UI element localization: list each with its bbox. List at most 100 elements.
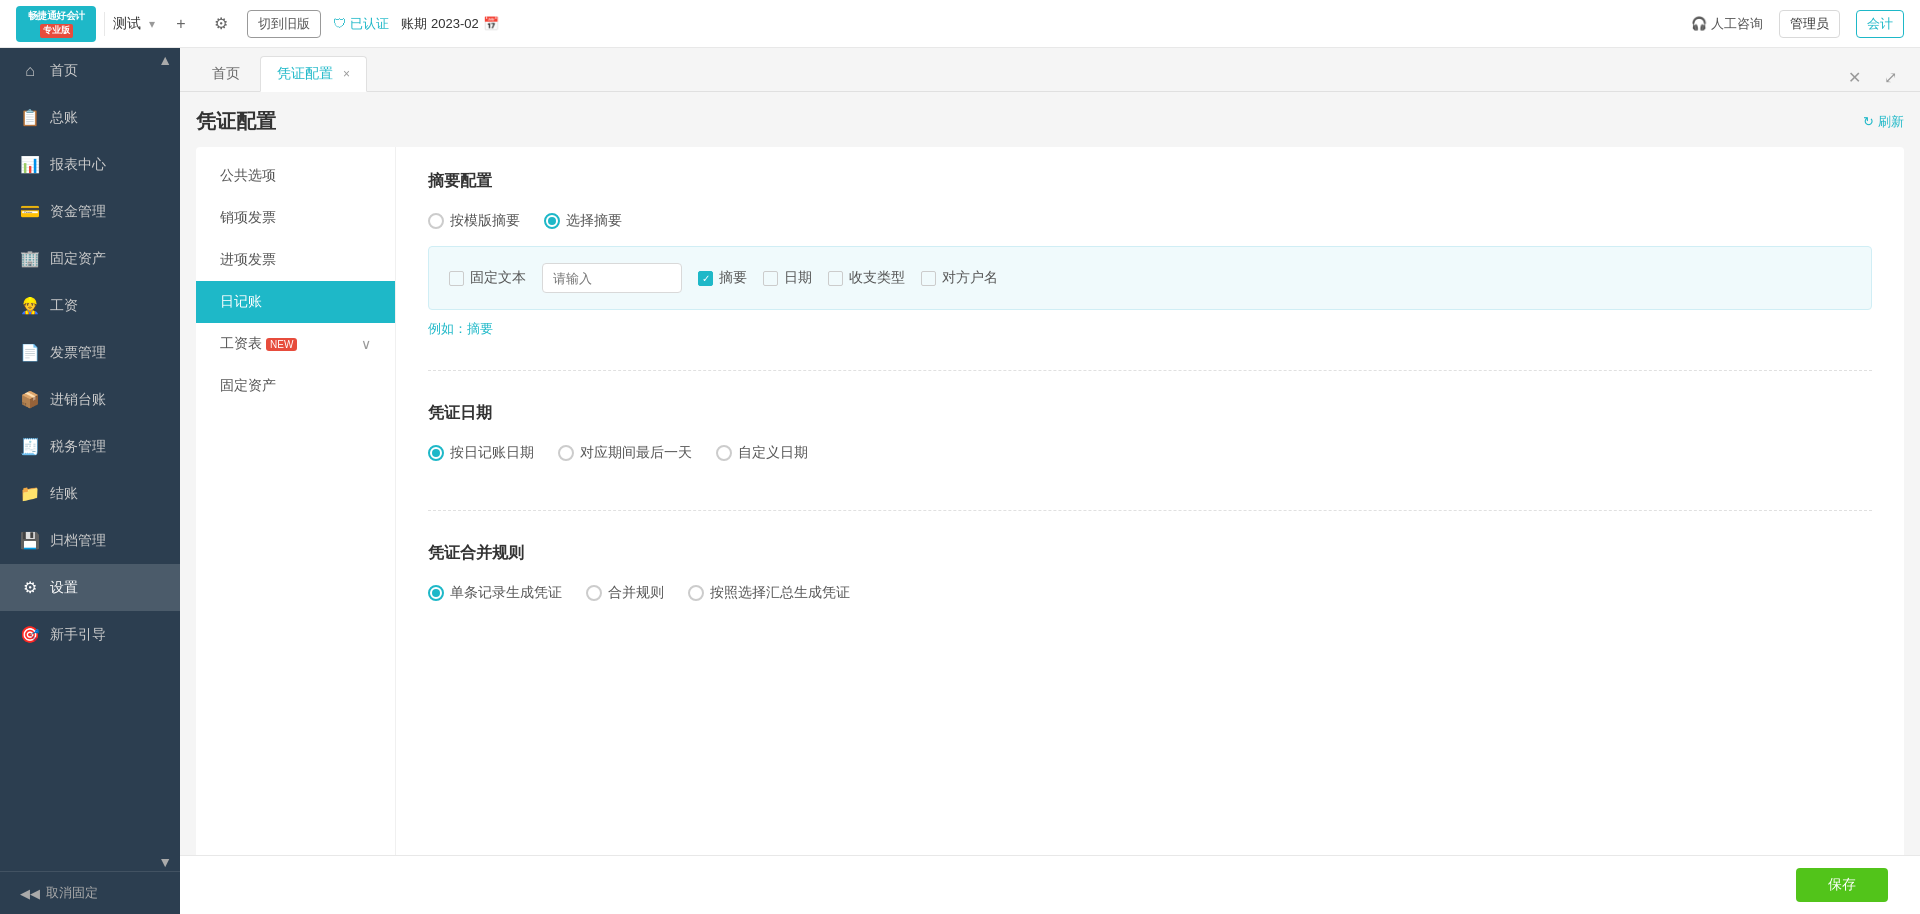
sidebar-label-cash: 资金管理	[50, 203, 106, 221]
sidebar-label-trade: 进销台账	[50, 391, 106, 409]
config-nav-sales-invoice[interactable]: 销项发票	[196, 197, 395, 239]
sidebar-item-invoice[interactable]: 📄 发票管理	[0, 329, 180, 376]
checkbox-summary[interactable]: ✓ 摘要	[698, 269, 747, 287]
summary-label: 摘要	[719, 269, 747, 287]
sidebar-label-tax: 税务管理	[50, 438, 106, 456]
tabs-bar: 首页 凭证配置 × ✕ ⤢	[180, 48, 1920, 92]
page-title-bar: 凭证配置 ↻ 刷新	[196, 108, 1904, 135]
sidebar-item-trade[interactable]: 📦 进销台账	[0, 376, 180, 423]
checkbox-date[interactable]: 日期	[763, 269, 812, 287]
checkbox-date-box	[763, 271, 778, 286]
company-chevron-icon: ▾	[149, 17, 155, 31]
close-tab-button[interactable]: ✕	[1840, 63, 1868, 91]
sidebar-label-close: 结账	[50, 485, 78, 503]
checkbox-fixed-text[interactable]: 固定文本	[449, 269, 526, 287]
sidebar-scroll-up-icon[interactable]: ▲	[158, 52, 172, 68]
sidebar-label-settings: 设置	[50, 579, 78, 597]
content-area: 首页 凭证配置 × ✕ ⤢ 凭证配置 ↻ 刷新	[180, 48, 1920, 914]
cancel-fixed-label: 取消固定	[46, 884, 98, 902]
config-nav-payroll-table[interactable]: 工资表 NEW ∨	[196, 323, 395, 365]
accountant-button[interactable]: 会计	[1856, 10, 1904, 38]
sidebar-item-home[interactable]: ⌂ 首页	[0, 48, 180, 94]
radio-summary-generate-circle	[688, 585, 704, 601]
reports-icon: 📊	[20, 155, 40, 174]
radio-merge-rule[interactable]: 合并规则	[586, 584, 664, 602]
settings-icon: ⚙	[20, 578, 40, 597]
radio-template-summary[interactable]: 按模版摘要	[428, 212, 520, 230]
tab-home[interactable]: 首页	[196, 57, 256, 91]
expand-button[interactable]: ⤢	[1876, 63, 1904, 91]
config-nav-public[interactable]: 公共选项	[196, 155, 395, 197]
radio-period-last-day-circle	[558, 445, 574, 461]
radio-period-last-day[interactable]: 对应期间最后一天	[558, 444, 692, 462]
radio-period-last-day-label: 对应期间最后一天	[580, 444, 692, 462]
sidebar-scroll-down-icon[interactable]: ▼	[158, 854, 172, 870]
radio-summary-generate[interactable]: 按照选择汇总生成凭证	[688, 584, 850, 602]
sidebar-item-payroll[interactable]: 👷 工资	[0, 282, 180, 329]
sidebar-label-invoice: 发票管理	[50, 344, 106, 362]
settings-button[interactable]: ⚙	[207, 10, 235, 38]
radio-single-record-circle	[428, 585, 444, 601]
config-nav-purchase-invoice[interactable]: 进项发票	[196, 239, 395, 281]
merge-rules-section: 凭证合并规则 单条记录生成凭证 合并规则	[428, 543, 1872, 650]
refresh-button[interactable]: ↻ 刷新	[1863, 113, 1904, 131]
checkbox-income-type[interactable]: 收支类型	[828, 269, 905, 287]
tab-close-icon[interactable]: ×	[343, 67, 350, 81]
radio-template-label: 按模版摘要	[450, 212, 520, 230]
radio-journal-date[interactable]: 按日记账日期	[428, 444, 534, 462]
verified-badge: 🛡 已认证	[333, 15, 389, 33]
sidebar-item-tutorial[interactable]: 🎯 新手引导	[0, 611, 180, 658]
checkbox-fixed-text-box	[449, 271, 464, 286]
fixed-text-input[interactable]	[542, 263, 682, 293]
sidebar-label-home: 首页	[50, 62, 78, 80]
radio-single-record-label: 单条记录生成凭证	[450, 584, 562, 602]
summary-options-box: 固定文本 ✓ 摘要 日期	[428, 246, 1872, 310]
cancel-fixed-button[interactable]: ◀◀ 取消固定	[0, 871, 180, 914]
radio-single-record[interactable]: 单条记录生成凭证	[428, 584, 562, 602]
radio-custom-date-circle	[716, 445, 732, 461]
sidebar-label-assets: 固定资产	[50, 250, 106, 268]
sidebar-item-cash[interactable]: 💳 资金管理	[0, 188, 180, 235]
config-nav-purchase-invoice-label: 进项发票	[220, 251, 276, 269]
tab-voucher-config-label: 凭证配置	[277, 65, 333, 81]
app-logo: 畅捷通好会计 专业版	[16, 6, 96, 42]
refresh-icon: ↻	[1863, 114, 1874, 129]
tab-voucher-config[interactable]: 凭证配置 ×	[260, 56, 367, 92]
sidebar-item-settings[interactable]: ⚙ 设置	[0, 564, 180, 611]
radio-template-circle	[428, 213, 444, 229]
shield-icon: 🛡	[333, 16, 346, 31]
merge-rules-radio-group: 单条记录生成凭证 合并规则 按照选择汇总生成凭证	[428, 584, 1872, 602]
config-nav-journal[interactable]: 日记账	[196, 281, 395, 323]
switch-old-version-button[interactable]: 切到旧版	[247, 10, 321, 38]
admin-button[interactable]: 管理员	[1779, 10, 1840, 38]
tutorial-icon: 🎯	[20, 625, 40, 644]
sidebar-item-archive[interactable]: 💾 归档管理	[0, 517, 180, 564]
period-info[interactable]: 账期 2023-02 📅	[401, 15, 499, 33]
sidebar-item-ledger[interactable]: 📋 总账	[0, 94, 180, 141]
company-selector[interactable]: 畅捷通好会计 专业版 测试 ▾	[16, 6, 155, 42]
merge-rules-title: 凭证合并规则	[428, 543, 1872, 564]
summary-radio-group: 按模版摘要 选择摘要	[428, 212, 1872, 230]
sidebar: ▲ ⌂ 首页 📋 总账 📊 报表中心 💳 资金管理 🏢 固定资产 👷 工资 📄 …	[0, 48, 180, 914]
ledger-icon: 📋	[20, 108, 40, 127]
checkbox-counterpart[interactable]: 对方户名	[921, 269, 998, 287]
sidebar-item-reports[interactable]: 📊 报表中心	[0, 141, 180, 188]
radio-select-summary[interactable]: 选择摘要	[544, 212, 622, 230]
example-text: 例如：摘要	[428, 320, 1872, 338]
voucher-date-section: 凭证日期 按日记账日期 对应期间最后一天	[428, 403, 1872, 511]
consult-button[interactable]: 🎧 人工咨询	[1691, 15, 1763, 33]
config-nav-fixed-assets[interactable]: 固定资产	[196, 365, 395, 407]
sidebar-item-tax[interactable]: 🧾 税务管理	[0, 423, 180, 470]
sidebar-item-close[interactable]: 📁 结账	[0, 470, 180, 517]
save-bar: 保存	[180, 855, 1920, 914]
sidebar-label-ledger: 总账	[50, 109, 78, 127]
config-main: 摘要配置 按模版摘要 选择摘要	[396, 147, 1904, 898]
summary-config-title: 摘要配置	[428, 171, 1872, 192]
tab-home-label: 首页	[212, 65, 240, 81]
sidebar-item-assets[interactable]: 🏢 固定资产	[0, 235, 180, 282]
radio-custom-date[interactable]: 自定义日期	[716, 444, 808, 462]
save-button[interactable]: 保存	[1796, 868, 1888, 902]
assets-icon: 🏢	[20, 249, 40, 268]
period-label: 账期	[401, 15, 427, 33]
add-button[interactable]: +	[167, 10, 195, 38]
